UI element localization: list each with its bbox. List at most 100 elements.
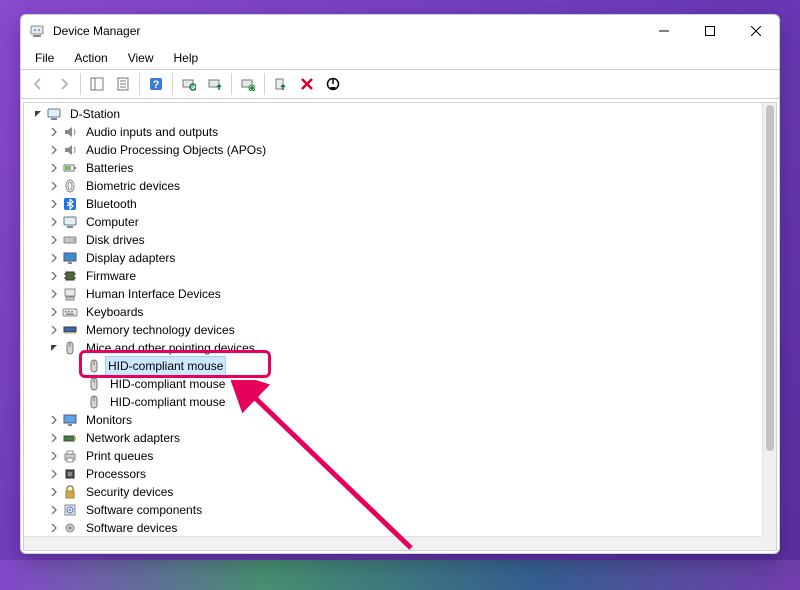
tree-item-label: Software components [84,501,204,519]
expand-icon[interactable] [46,416,62,424]
tree-item-label: Audio inputs and outputs [84,123,220,141]
tree-item-label: Keyboards [84,303,145,321]
tree-item-label: Computer [84,213,141,231]
app-icon [29,23,45,39]
mouse-icon [86,394,102,410]
tree-category[interactable]: Firmware [24,267,762,285]
tree-category[interactable]: Software devices [24,519,762,536]
scroll-corner [762,536,776,550]
enable-device-button[interactable] [269,72,293,96]
expand-icon[interactable] [46,128,62,136]
tree-category[interactable]: Processors [24,465,762,483]
expand-icon[interactable] [46,200,62,208]
tree-item-label: HID-compliant mouse [108,375,227,393]
expand-icon[interactable] [46,164,62,172]
tree-category[interactable]: Network adapters [24,429,762,447]
expand-icon[interactable] [46,146,62,154]
kb-icon [62,304,78,320]
tree-item-label: Biometric devices [84,177,182,195]
gear-icon [62,520,78,536]
speaker-icon [62,142,78,158]
add-legacy-hardware-button[interactable] [236,72,260,96]
menu-file[interactable]: File [27,49,62,67]
tree-category[interactable]: Monitors [24,411,762,429]
close-button[interactable] [733,15,779,47]
tree-item-label: Processors [84,465,148,483]
tree-item-label: Network adapters [84,429,182,447]
tree-item-label: D-Station [68,105,122,123]
expand-icon[interactable] [46,434,62,442]
toolbar: ? [21,69,779,99]
tree-category[interactable]: Display adapters [24,249,762,267]
speaker-icon [62,124,78,140]
tree-category[interactable]: Print queues [24,447,762,465]
expand-icon[interactable] [46,308,62,316]
uninstall-device-button[interactable] [295,72,319,96]
tree-item-label: Audio Processing Objects (APOs) [84,141,268,159]
help-button[interactable]: ? [144,72,168,96]
mouse-icon [86,376,102,392]
expand-icon[interactable] [46,236,62,244]
expand-icon[interactable] [46,218,62,226]
tree-category[interactable]: Biometric devices [24,177,762,195]
expand-icon[interactable] [46,290,62,298]
tree-category[interactable]: Memory technology devices [24,321,762,339]
tree-category[interactable]: Mice and other pointing devices [24,339,762,357]
tree-category[interactable]: Audio Processing Objects (APOs) [24,141,762,159]
hid-icon [62,286,78,302]
expand-icon[interactable] [46,326,62,334]
properties-button[interactable] [111,72,135,96]
printer-icon [62,448,78,464]
minimize-button[interactable] [641,15,687,47]
tree-category[interactable]: Audio inputs and outputs [24,123,762,141]
tree-category[interactable]: Software components [24,501,762,519]
tree-item-label: Memory technology devices [84,321,237,339]
device-tree[interactable]: D-StationAudio inputs and outputsAudio P… [24,103,762,536]
tree-item-label: Security devices [84,483,175,501]
expand-icon[interactable] [46,488,62,496]
back-button[interactable] [26,72,50,96]
tree-root[interactable]: D-Station [24,105,762,123]
net-icon [62,430,78,446]
expand-icon[interactable] [46,272,62,280]
tree-category[interactable]: Computer [24,213,762,231]
menu-view[interactable]: View [120,49,162,67]
tree-item-label: Monitors [84,411,134,429]
expand-icon[interactable] [46,470,62,478]
horizontal-scrollbar[interactable] [24,536,762,550]
expand-icon[interactable] [46,182,62,190]
vertical-scrollbar[interactable] [762,103,776,536]
finger-icon [62,178,78,194]
tree-device[interactable]: HID-compliant mouse [24,393,762,411]
titlebar[interactable]: Device Manager [21,15,779,47]
expand-icon[interactable] [46,254,62,262]
menu-help[interactable]: Help [166,49,207,67]
tree-category[interactable]: Human Interface Devices [24,285,762,303]
tree-item-label: HID-compliant mouse [105,356,226,376]
forward-button[interactable] [52,72,76,96]
mem-icon [62,322,78,338]
tree-category[interactable]: Keyboards [24,303,762,321]
show-hide-console-tree-button[interactable] [85,72,109,96]
tree-item-label: Bluetooth [84,195,139,213]
disable-device-button[interactable] [321,72,345,96]
expand-icon[interactable] [46,524,62,532]
cpu-icon [62,466,78,482]
device-manager-window: Device Manager File Action View Help ? [20,14,780,554]
chip-icon [62,268,78,284]
tree-category[interactable]: Bluetooth [24,195,762,213]
tree-category[interactable]: Disk drives [24,231,762,249]
tree-device[interactable]: HID-compliant mouse [24,357,762,375]
tree-device[interactable]: HID-compliant mouse [24,375,762,393]
expand-icon[interactable] [46,452,62,460]
menu-action[interactable]: Action [66,49,115,67]
tree-category[interactable]: Batteries [24,159,762,177]
expand-icon[interactable] [46,506,62,514]
update-driver-button[interactable] [203,72,227,96]
collapse-icon[interactable] [30,110,46,118]
tree-item-label: Print queues [84,447,155,465]
scan-hardware-button[interactable] [177,72,201,96]
collapse-icon[interactable] [46,344,62,352]
maximize-button[interactable] [687,15,733,47]
tree-category[interactable]: Security devices [24,483,762,501]
